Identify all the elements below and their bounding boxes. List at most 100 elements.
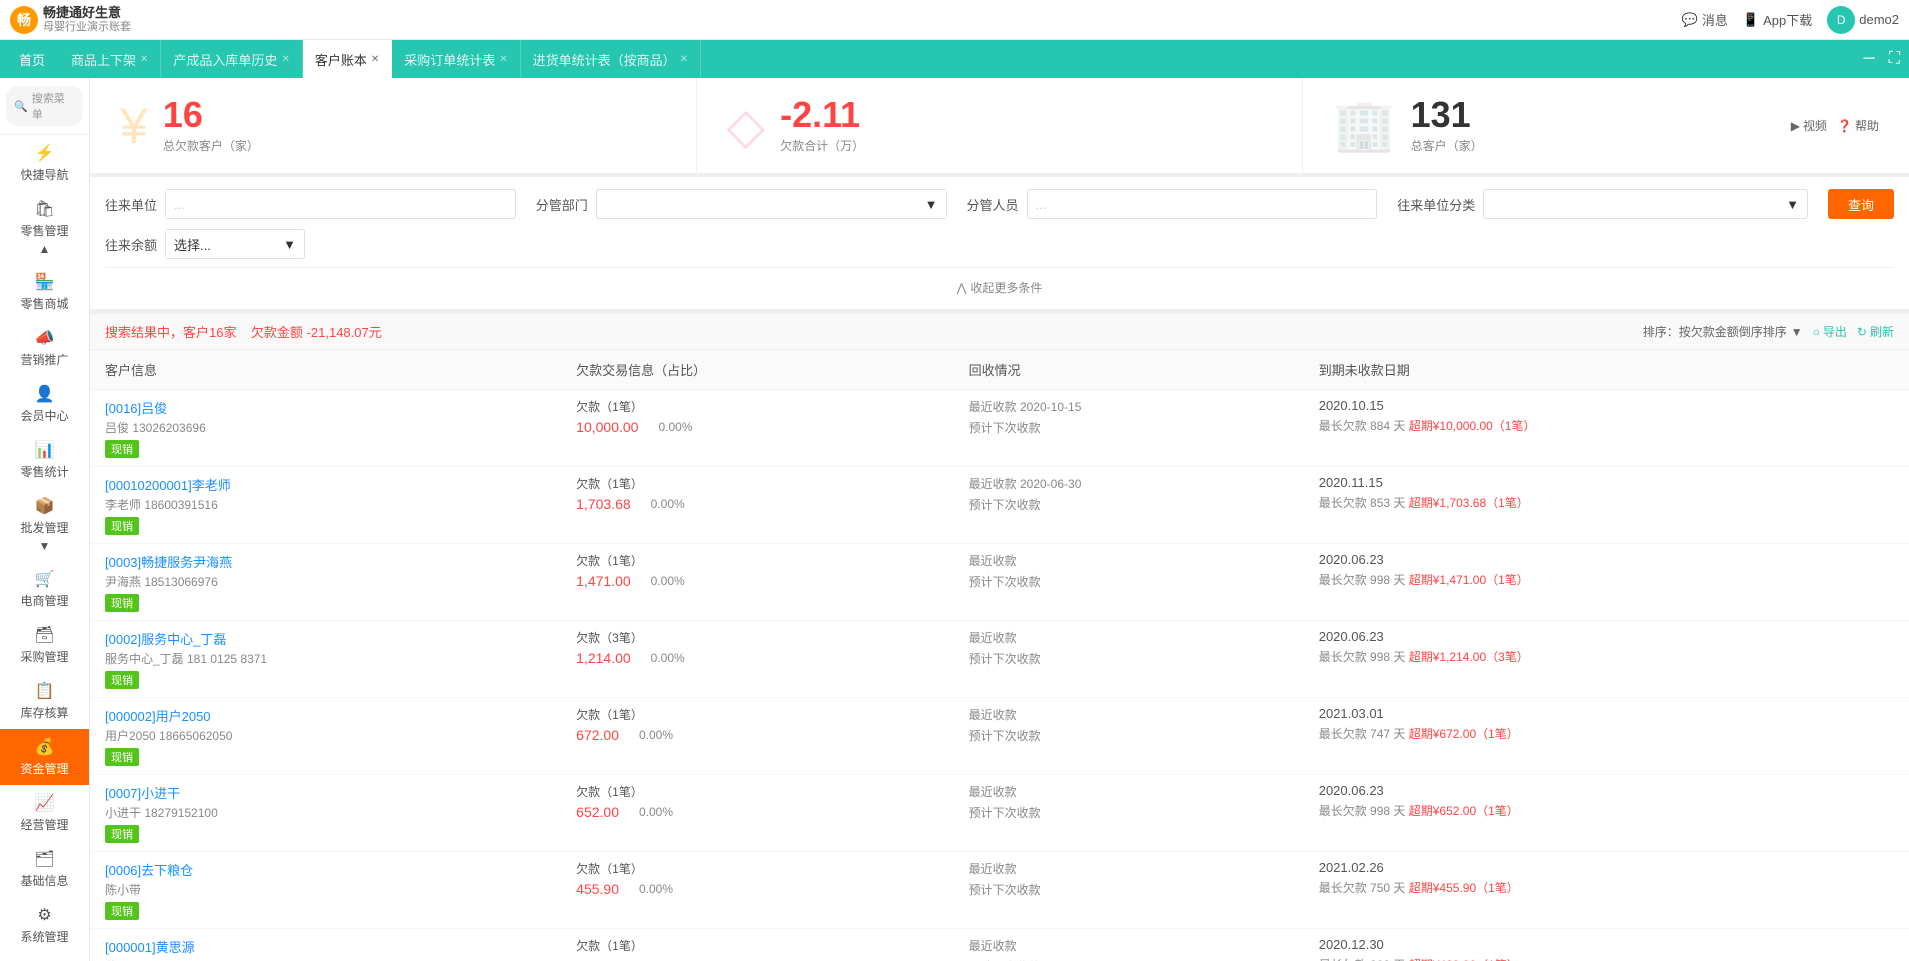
debt-amount-2: 1,471.00 (576, 573, 631, 589)
retail-mgmt-icon: 🛍 (34, 199, 54, 219)
collection-latest-0: 最近收款 2020-10-15 (969, 398, 1289, 415)
nav-tabs-bar: 首页 商品上下架 ✕ 产成品入库单历史 ✕ 客户账本 ✕ 采购订单统计表 ✕ 进… (0, 40, 1909, 78)
stat-building-icon: 🏢 (1333, 96, 1395, 155)
cell-debt-info-1: 欠款（1笔） 1,703.68 0.00% (561, 467, 953, 544)
sidebar-item-batch-mgmt[interactable]: 📦 批发管理 ▼ (0, 488, 89, 561)
sidebar-item-member-center-label: 会员中心 (20, 407, 68, 424)
window-minimize-btn[interactable]: ─ (1859, 50, 1878, 68)
tab-customer-account[interactable]: 客户账本 ✕ (303, 40, 392, 78)
top-bar: 畅 畅捷通好生意 母婴行业演示账套 💬 消息 📱 App下载 D demo2 (0, 0, 1909, 40)
customer-name-3[interactable]: [0002]服务中心_丁磊 (105, 629, 546, 648)
result-text: 搜索结果中，客户16家 欠款金额 -21,148.07元 (105, 322, 382, 341)
sidebar-item-batch-mgmt-label: 批发管理 (20, 519, 68, 536)
tab-product-off-close[interactable]: ✕ (140, 54, 148, 65)
result-debt-value: -21,148.07元 (307, 325, 382, 340)
video-btn[interactable]: ▶ 视频 (1791, 117, 1827, 134)
overdue-link-4[interactable]: 超期¥672.00（1笔） (1409, 727, 1519, 741)
video-label: 视频 (1803, 117, 1827, 134)
filter-unit-classify-select[interactable]: ▼ (1483, 189, 1808, 219)
sort-chevron-icon: ▼ (1791, 325, 1803, 339)
logo-text: 畅捷通好生意 (43, 5, 131, 21)
window-maximize-btn[interactable]: ⛶ (1885, 50, 1904, 68)
filter-unit-classify: 往来单位分类 ▼ (1397, 189, 1808, 219)
source-unit-dots: ... (174, 197, 185, 212)
row-overdue-1: 2020.11.15 最长欠款 853 天 超期¥1,703.68（1笔） (1319, 475, 1894, 511)
th-debt-info: 欠款交易信息（占比） (561, 350, 953, 390)
app-download-icon: 📱 (1743, 12, 1759, 28)
tab-product-history[interactable]: 产成品入库单历史 ✕ (161, 40, 302, 78)
debt-amount-1: 1,703.68 (576, 496, 631, 512)
collapse-btn[interactable]: ⋀ 收起更多条件 (952, 274, 1048, 301)
sidebar-item-operations[interactable]: 📈 经营管理 (0, 785, 89, 841)
filter-dept-select[interactable]: ▼ (596, 189, 947, 219)
collection-next-3: 预计下次收款 (969, 650, 1289, 667)
sidebar-item-retail-stats-label: 零售统计 (20, 463, 68, 480)
cell-customer-info-5: [0007]小进干 小进干 18279152100 现销 (90, 775, 561, 852)
filter-manager: 分管人员 ... (967, 189, 1378, 219)
sidebar-search-area[interactable]: 🔍 搜索菜单 (0, 78, 89, 135)
search-button[interactable]: 查询 (1828, 189, 1894, 219)
row-debt-2: 欠款（1笔） 1,471.00 0.00% (576, 552, 938, 589)
tab-product-history-close[interactable]: ✕ (281, 54, 289, 65)
customer-name-0[interactable]: [0016]吕俊 (105, 398, 546, 417)
sidebar-item-system[interactable]: ⚙ 系统管理 (0, 897, 89, 953)
help-btn[interactable]: ❓ 帮助 (1837, 117, 1879, 134)
tab-inventory-stats[interactable]: 进货单统计表（按商品） ✕ (521, 40, 701, 78)
tab-product-off[interactable]: 商品上下架 ✕ (59, 40, 161, 78)
sidebar-item-marketing[interactable]: 📣 营销推广 (0, 320, 89, 376)
sidebar-item-member-center[interactable]: 👤 会员中心 (0, 376, 89, 432)
sidebar-item-inventory[interactable]: 📋 库存核算 (0, 673, 89, 729)
sidebar-item-basic-info[interactable]: 🗂 基础信息 (0, 841, 89, 897)
customer-name-6[interactable]: [0006]去下粮仓 (105, 860, 546, 879)
sidebar-item-ecommerce[interactable]: 🛒 电商管理 (0, 561, 89, 617)
sidebar-item-quick-nav-label: 快捷导航 (20, 166, 68, 183)
message-btn[interactable]: 💬 消息 (1682, 10, 1728, 29)
sidebar-item-ecommerce-label: 电商管理 (20, 592, 68, 609)
filter-balance-label: 往来余额 (105, 235, 157, 254)
customer-name-5[interactable]: [0007]小进干 (105, 783, 546, 802)
debt-count-0: 欠款（1笔） (576, 398, 938, 415)
row-collection-7: 最近收款 预计下次收款 (969, 937, 1289, 961)
export-icon: ○ (1813, 325, 1820, 339)
customer-tag-4: 现销 (105, 748, 139, 766)
sidebar-item-retail-stats[interactable]: 📊 零售统计 (0, 432, 89, 488)
sidebar-item-finance[interactable]: 💰 资金管理 (0, 729, 89, 785)
sidebar-search-box[interactable]: 🔍 搜索菜单 (6, 86, 83, 126)
user-area[interactable]: D demo2 (1827, 6, 1899, 34)
app-download-btn[interactable]: 📱 App下载 (1743, 10, 1812, 29)
sidebar-item-retail-mall[interactable]: 🏪 零售商城 (0, 264, 89, 320)
collection-latest-7: 最近收款 (969, 937, 1289, 954)
overdue-link-6[interactable]: 超期¥455.90（1笔） (1409, 881, 1519, 895)
overdue-link-1[interactable]: 超期¥1,703.68（1笔） (1409, 496, 1529, 510)
tab-customer-account-close[interactable]: ✕ (371, 54, 379, 65)
sidebar-item-quick-nav[interactable]: ⚡ 快捷导航 (0, 135, 89, 191)
tab-purchase-order-close[interactable]: ✕ (499, 54, 507, 65)
result-sort-label: 排序：按欠款金额倒序排序 (1643, 323, 1787, 340)
customer-name-2[interactable]: [0003]畅捷服务尹海燕 (105, 552, 546, 571)
tab-product-history-label: 产成品入库单历史 (173, 50, 277, 69)
refresh-btn[interactable]: ↻ 刷新 (1857, 323, 1894, 340)
debt-percent-0: 0.00% (658, 420, 692, 434)
customer-name-1[interactable]: [00010200001]李老师 (105, 475, 546, 494)
overdue-link-3[interactable]: 超期¥1,214.00（3笔） (1409, 650, 1529, 664)
sidebar-item-enterprise[interactable]: 🤝 企业协同 (0, 953, 89, 961)
overdue-link-5[interactable]: 超期¥652.00（1笔） (1409, 804, 1519, 818)
sidebar-item-retail-mgmt[interactable]: 🛍 零售管理 ▲ (0, 191, 89, 264)
sidebar-item-purchase[interactable]: 🗃 采购管理 (0, 617, 89, 673)
tab-inventory-stats-close[interactable]: ✕ (680, 54, 688, 65)
customer-name-7[interactable]: [000001]黄思源 (105, 937, 546, 956)
filter-balance-select[interactable]: 选择... ▼ (165, 229, 305, 259)
customer-name-4[interactable]: [000002]用户2050 (105, 706, 546, 725)
tab-home[interactable]: 首页 (5, 40, 59, 78)
batch-mgmt-icon: 📦 (35, 496, 55, 516)
filter-source-unit-input[interactable]: ... (165, 189, 516, 219)
overdue-link-2[interactable]: 超期¥1,471.00（1笔） (1409, 573, 1529, 587)
debt-amount-3: 1,214.00 (576, 650, 631, 666)
export-btn[interactable]: ○ 导出 (1813, 323, 1847, 340)
filter-manager-input[interactable]: ... (1027, 189, 1378, 219)
overdue-link-0[interactable]: 超期¥10,000.00（1笔） (1409, 419, 1536, 433)
row-debt-0: 欠款（1笔） 10,000.00 0.00% (576, 398, 938, 435)
search-placeholder: 搜索菜单 (32, 90, 75, 122)
result-sort[interactable]: 排序：按欠款金额倒序排序 ▼ (1643, 323, 1803, 340)
tab-purchase-order[interactable]: 采购订单统计表 ✕ (392, 40, 520, 78)
